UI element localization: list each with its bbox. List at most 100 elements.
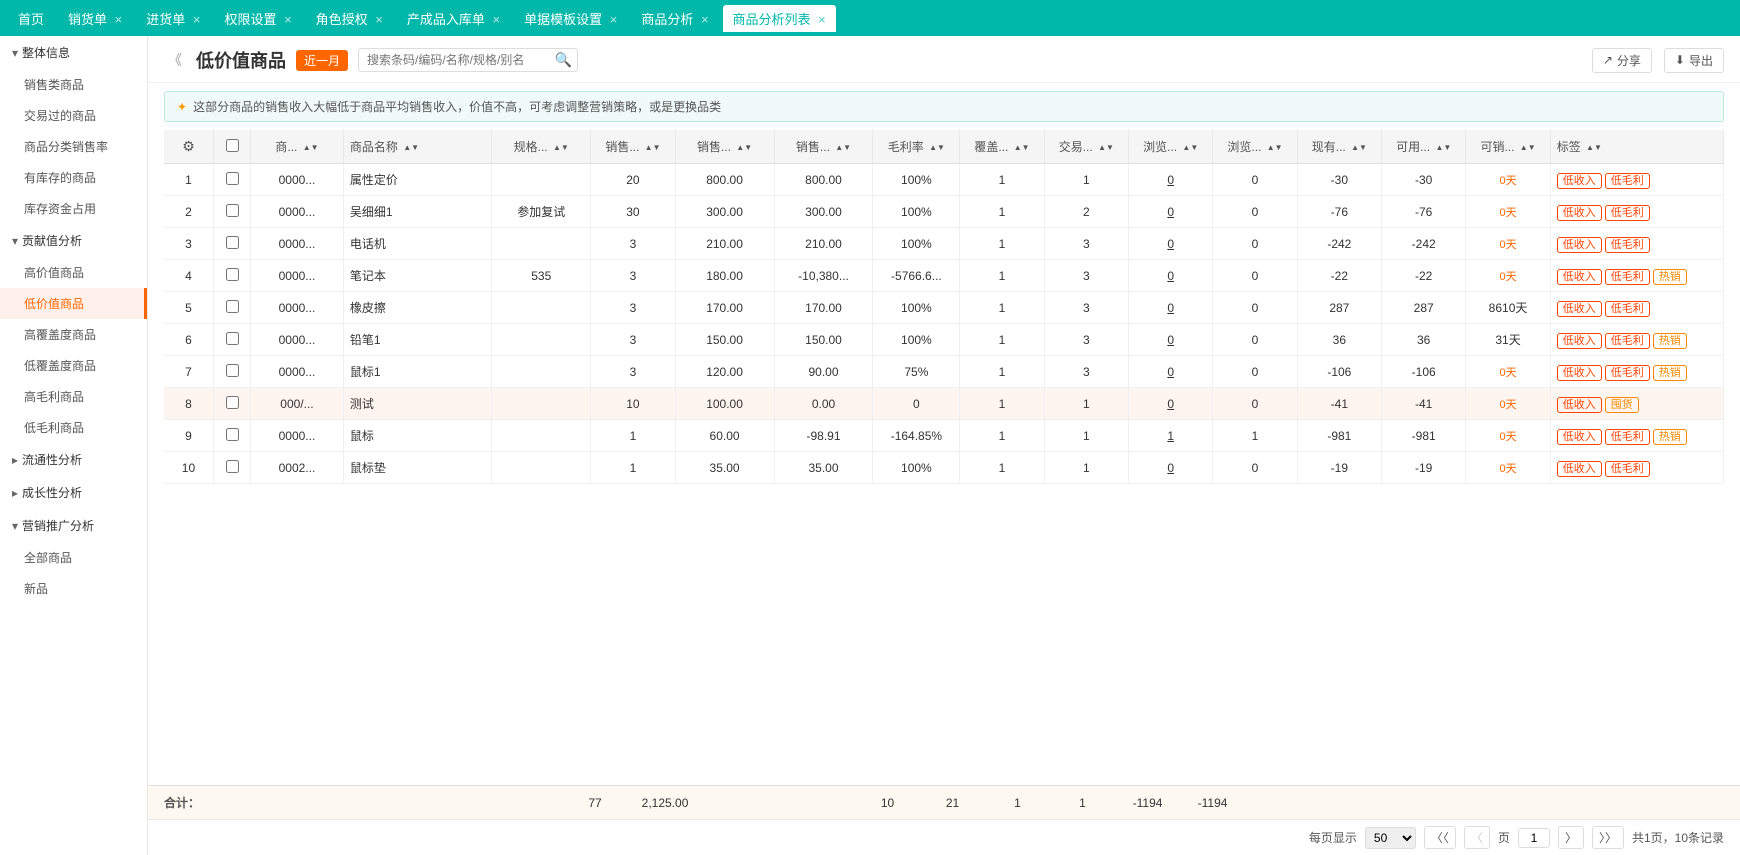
page-number-input[interactable]	[1518, 828, 1550, 848]
browse-value[interactable]: 0	[1167, 237, 1174, 251]
nav-tab-home[interactable]: 首页	[8, 5, 54, 32]
search-button[interactable]: 🔍	[555, 52, 572, 69]
sidebar-group-contribution[interactable]: ▾ 贡献值分析	[0, 224, 147, 257]
row-select-checkbox[interactable]	[226, 300, 239, 313]
sidebar-item-all-goods[interactable]: 全部商品	[0, 542, 147, 573]
browse-count-a[interactable]: 0	[1128, 452, 1212, 484]
browse-value[interactable]: 0	[1167, 301, 1174, 315]
sidebar-item-new-goods[interactable]: 新品	[0, 573, 147, 604]
row-checkbox[interactable]	[213, 452, 250, 484]
nav-tab-analysis-list[interactable]: 商品分析列表 ×	[723, 5, 836, 32]
sidebar-item-sales-goods[interactable]: 销售类商品	[0, 69, 147, 100]
col-header-available[interactable]: 可用... ▲▼	[1382, 130, 1466, 164]
browse-count-a[interactable]: 0	[1128, 228, 1212, 260]
row-checkbox[interactable]	[213, 228, 250, 260]
browse-value[interactable]: 0	[1167, 205, 1174, 219]
row-select-checkbox[interactable]	[226, 172, 239, 185]
per-page-select[interactable]: 50 100 200	[1365, 827, 1416, 849]
row-checkbox[interactable]	[213, 324, 250, 356]
close-icon[interactable]: ×	[115, 12, 123, 27]
row-select-checkbox[interactable]	[226, 364, 239, 377]
col-header-cover[interactable]: 覆盖... ▲▼	[960, 130, 1044, 164]
close-icon[interactable]: ×	[375, 12, 383, 27]
row-checkbox[interactable]	[213, 356, 250, 388]
row-select-checkbox[interactable]	[226, 460, 239, 473]
sidebar-group-growth[interactable]: ▸ 成长性分析	[0, 476, 147, 509]
nav-tab-permissions[interactable]: 权限设置 ×	[214, 5, 301, 32]
sidebar-item-high-margin[interactable]: 高毛利商品	[0, 381, 147, 412]
row-checkbox[interactable]	[213, 292, 250, 324]
time-filter-button[interactable]: 近一月	[296, 50, 348, 71]
sidebar-group-marketing[interactable]: ▾ 营销推广分析	[0, 509, 147, 542]
browse-count-a[interactable]: 0	[1128, 196, 1212, 228]
col-header-code[interactable]: 商... ▲▼	[251, 130, 344, 164]
nav-tab-purchase[interactable]: 进货单 ×	[136, 5, 210, 32]
row-select-checkbox[interactable]	[226, 236, 239, 249]
nav-tab-sales[interactable]: 销货单 ×	[58, 5, 132, 32]
first-page-button[interactable]: 〈〈	[1424, 826, 1456, 849]
sidebar-item-stock-funds[interactable]: 库存资金占用	[0, 193, 147, 224]
sidebar-group-liquidity[interactable]: ▸ 流通性分析	[0, 443, 147, 476]
browse-value[interactable]: 1	[1167, 429, 1174, 443]
browse-value[interactable]: 0	[1167, 269, 1174, 283]
search-input[interactable]	[358, 48, 578, 72]
sidebar-item-high-coverage[interactable]: 高覆盖度商品	[0, 319, 147, 350]
row-checkbox[interactable]	[213, 164, 250, 196]
select-all-checkbox[interactable]	[226, 139, 239, 152]
row-checkbox[interactable]	[213, 260, 250, 292]
browse-value[interactable]: 0	[1167, 365, 1174, 379]
row-select-checkbox[interactable]	[226, 396, 239, 409]
browse-count-a[interactable]: 0	[1128, 356, 1212, 388]
nav-tab-products[interactable]: 产成品入库单 ×	[397, 5, 510, 32]
close-icon[interactable]: ×	[284, 12, 292, 27]
close-icon[interactable]: ×	[193, 12, 201, 27]
close-icon[interactable]: ×	[701, 12, 709, 27]
settings-icon[interactable]: ⚙	[182, 138, 195, 154]
row-select-checkbox[interactable]	[226, 332, 239, 345]
nav-tab-roles[interactable]: 角色授权 ×	[306, 5, 393, 32]
col-header-spec[interactable]: 规格... ▲▼	[492, 130, 591, 164]
share-button[interactable]: ↗ 分享	[1592, 48, 1652, 73]
close-icon[interactable]: ×	[493, 12, 501, 27]
col-header-sales-a[interactable]: 销售... ▲▼	[675, 130, 774, 164]
browse-count-a[interactable]: 0	[1128, 164, 1212, 196]
row-select-checkbox[interactable]	[226, 268, 239, 281]
browse-count-a[interactable]: 0	[1128, 388, 1212, 420]
col-header-browse-a[interactable]: 浏览... ▲▼	[1128, 130, 1212, 164]
browse-count-a[interactable]: 0	[1128, 324, 1212, 356]
sidebar-item-category-rate[interactable]: 商品分类销售率	[0, 131, 147, 162]
row-select-checkbox[interactable]	[226, 428, 239, 441]
nav-tab-analysis[interactable]: 商品分析 ×	[631, 5, 718, 32]
browse-value[interactable]: 0	[1167, 333, 1174, 347]
prev-page-button[interactable]: 〈	[1464, 826, 1490, 849]
browse-value[interactable]: 0	[1167, 173, 1174, 187]
last-page-button[interactable]: 〉〉	[1592, 826, 1624, 849]
row-checkbox[interactable]	[213, 196, 250, 228]
col-header-current[interactable]: 现有... ▲▼	[1297, 130, 1381, 164]
browse-value[interactable]: 0	[1167, 397, 1174, 411]
sidebar-item-low-value[interactable]: 低价值商品	[0, 288, 147, 319]
browse-count-a[interactable]: 1	[1128, 420, 1212, 452]
sidebar-item-traded-goods[interactable]: 交易过的商品	[0, 100, 147, 131]
sidebar-item-low-coverage[interactable]: 低覆盖度商品	[0, 350, 147, 381]
col-header-saleable[interactable]: 可销... ▲▼	[1466, 130, 1550, 164]
export-button[interactable]: ⬇ 导出	[1664, 48, 1724, 73]
close-icon[interactable]: ×	[610, 12, 618, 27]
col-header-sales-qty[interactable]: 销售... ▲▼	[591, 130, 675, 164]
nav-tab-templates[interactable]: 单据模板设置 ×	[514, 5, 627, 32]
row-select-checkbox[interactable]	[226, 204, 239, 217]
browse-value[interactable]: 0	[1167, 461, 1174, 475]
browse-count-a[interactable]: 0	[1128, 292, 1212, 324]
col-header-tags[interactable]: 标签 ▲▼	[1550, 130, 1723, 164]
browse-count-a[interactable]: 0	[1128, 260, 1212, 292]
col-header-margin[interactable]: 毛利率 ▲▼	[873, 130, 960, 164]
sidebar-group-overall[interactable]: ▾ 整体信息	[0, 36, 147, 69]
col-header-browse-b[interactable]: 浏览... ▲▼	[1213, 130, 1297, 164]
col-header-trade[interactable]: 交易... ▲▼	[1044, 130, 1128, 164]
row-checkbox[interactable]	[213, 388, 250, 420]
next-page-button[interactable]: 〉	[1558, 826, 1584, 849]
col-header-sales-b[interactable]: 销售... ▲▼	[774, 130, 873, 164]
col-header-name[interactable]: 商品名称 ▲▼	[343, 130, 491, 164]
close-icon[interactable]: ×	[818, 12, 826, 27]
sidebar-item-high-value[interactable]: 高价值商品	[0, 257, 147, 288]
